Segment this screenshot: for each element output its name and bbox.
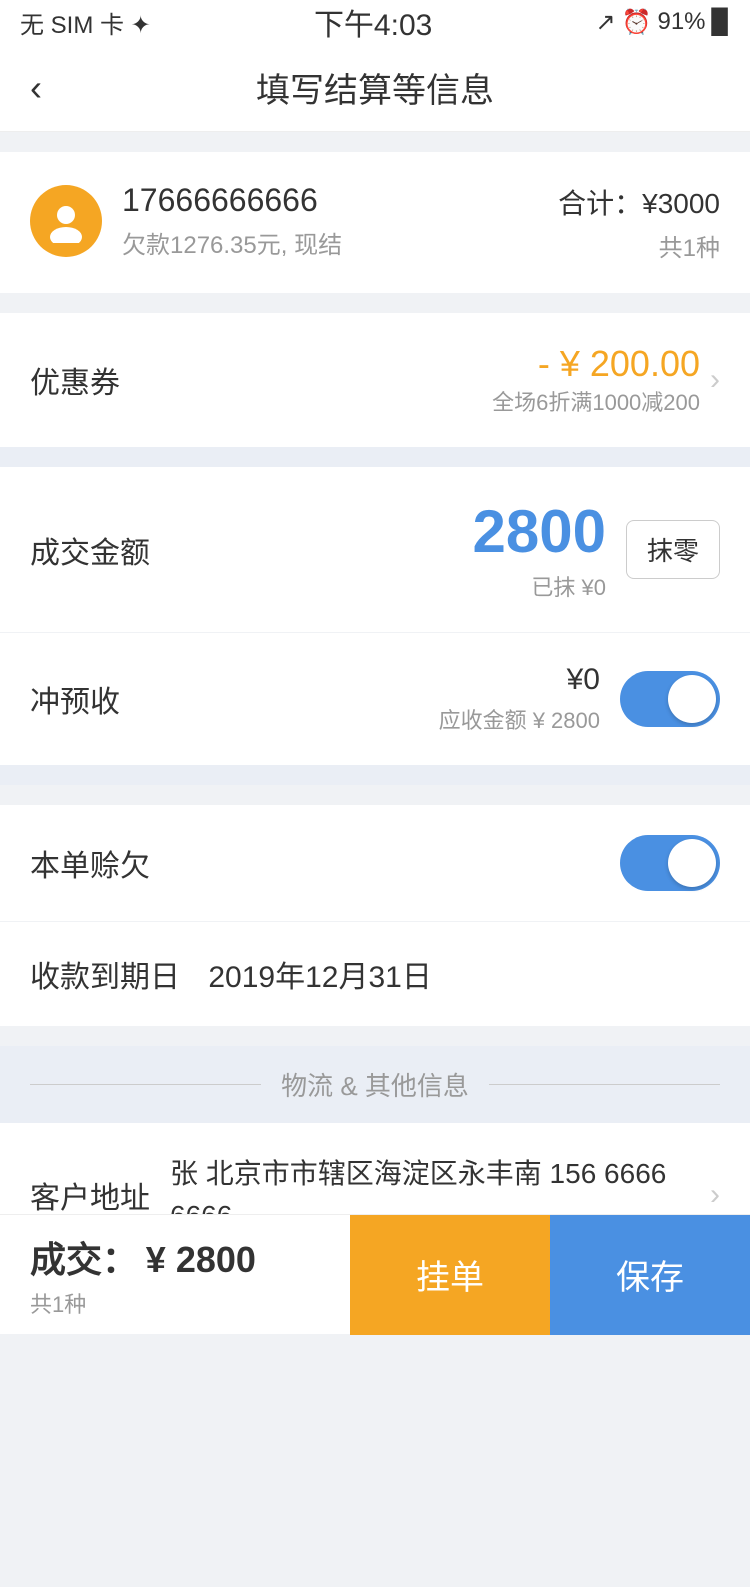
- prereceive-row: 冲预收 ¥0 应收金额 ¥ 2800: [0, 632, 750, 765]
- address-chevron-icon: ›: [710, 1178, 720, 1212]
- coupon-right: - ¥ 200.00 全场6折满1000减200 ›: [492, 343, 720, 417]
- alarm-icon: ⏰: [622, 8, 652, 37]
- coupon-desc: 全场6折满1000减200: [492, 385, 700, 417]
- battery-icon: ▉: [712, 8, 730, 37]
- address-label: 客户地址: [30, 1173, 170, 1217]
- duedate-label: 收款到期日: [30, 961, 180, 994]
- coupon-chevron-icon: ›: [710, 363, 720, 397]
- location-icon: ↗: [595, 8, 615, 37]
- sim-status: 无 SIM 卡 ✦: [20, 5, 151, 40]
- status-right: ↗ ⏰ 91% ▉: [595, 8, 730, 37]
- toggle-knob: [668, 675, 716, 723]
- user-count: 共1种: [558, 228, 720, 263]
- duedate-value: 2019年12月31日: [208, 961, 431, 994]
- debt-toggle-knob: [668, 839, 716, 887]
- back-button[interactable]: ‹: [30, 67, 90, 109]
- divider-1: [0, 293, 750, 313]
- bottom-deal-label: 成交：: [30, 1239, 138, 1280]
- prereceive-info: ¥0 应收金额 ¥ 2800: [439, 663, 600, 735]
- logistics-divider: 物流 & 其他信息: [0, 1046, 750, 1123]
- prereceive-receivable: 应收金额 ¥ 2800: [439, 703, 600, 735]
- coupon-row[interactable]: 优惠券 - ¥ 200.00 全场6折满1000减200 ›: [0, 313, 750, 447]
- amount-label: 成交金额: [30, 528, 150, 572]
- user-info: 17666666666 欠款1276.35元, 现结: [122, 182, 342, 260]
- prereceive-toggle[interactable]: [620, 671, 720, 727]
- duedate-section: 收款到期日 2019年12月31日: [0, 921, 750, 1026]
- coupon-label: 优惠券: [30, 358, 120, 402]
- user-card: 17666666666 欠款1276.35元, 现结 合计：¥3000 共1种: [0, 152, 750, 293]
- user-phone: 17666666666: [122, 182, 342, 219]
- amount-value: 2800: [473, 497, 606, 566]
- user-debt: 欠款1276.35元, 现结: [122, 225, 342, 260]
- bottom-count: 共1种: [30, 1287, 320, 1319]
- bottom-bar: 成交： ¥ 2800 共1种 挂单 保存: [0, 1214, 750, 1334]
- status-time: 下午4:03: [314, 0, 432, 44]
- amount-right: 2800 已抹 ¥0 抹零: [473, 497, 721, 602]
- amount-rounded: 已抹 ¥0: [473, 570, 606, 602]
- user-left: 17666666666 欠款1276.35元, 现结: [30, 182, 342, 260]
- nav-bar: ‹ 填写结算等信息: [0, 44, 750, 132]
- amount-section: 成交金额 2800 已抹 ¥0 抹零 冲预收 ¥0 应收金额 ¥ 2800: [0, 467, 750, 765]
- logistics-label: 物流 & 其他信息: [281, 1066, 469, 1103]
- status-bar: 无 SIM 卡 ✦ 下午4:03 ↗ ⏰ 91% ▉: [0, 0, 750, 44]
- coupon-amount: - ¥ 200.00: [492, 343, 700, 385]
- user-icon: [44, 199, 88, 243]
- save-button[interactable]: 保存: [550, 1215, 750, 1335]
- prereceive-amount: ¥0: [439, 663, 600, 697]
- battery-status: 91%: [657, 8, 705, 36]
- divider-2: [0, 447, 750, 467]
- user-total: 合计：¥3000: [558, 182, 720, 222]
- prereceive-right: ¥0 应收金额 ¥ 2800: [439, 663, 720, 735]
- round-zero-button[interactable]: 抹零: [626, 520, 720, 579]
- amount-row: 成交金额 2800 已抹 ¥0 抹零: [0, 467, 750, 632]
- bottom-deal: 成交： ¥ 2800: [30, 1231, 320, 1283]
- avatar: [30, 185, 102, 257]
- bottom-deal-amount: ¥ 2800: [146, 1239, 256, 1280]
- debt-label: 本单赊欠: [30, 841, 150, 885]
- debt-toggle[interactable]: [620, 835, 720, 891]
- bottom-summary: 成交： ¥ 2800 共1种: [0, 1231, 350, 1319]
- debt-section: 本单赊欠: [0, 805, 750, 921]
- divider-3: [0, 765, 750, 785]
- user-right: 合计：¥3000 共1种: [558, 182, 720, 263]
- status-left: 无 SIM 卡 ✦: [20, 5, 151, 40]
- hang-button[interactable]: 挂单: [350, 1215, 550, 1335]
- prereceive-label: 冲预收: [30, 677, 120, 721]
- page-title: 填写结算等信息: [90, 63, 660, 112]
